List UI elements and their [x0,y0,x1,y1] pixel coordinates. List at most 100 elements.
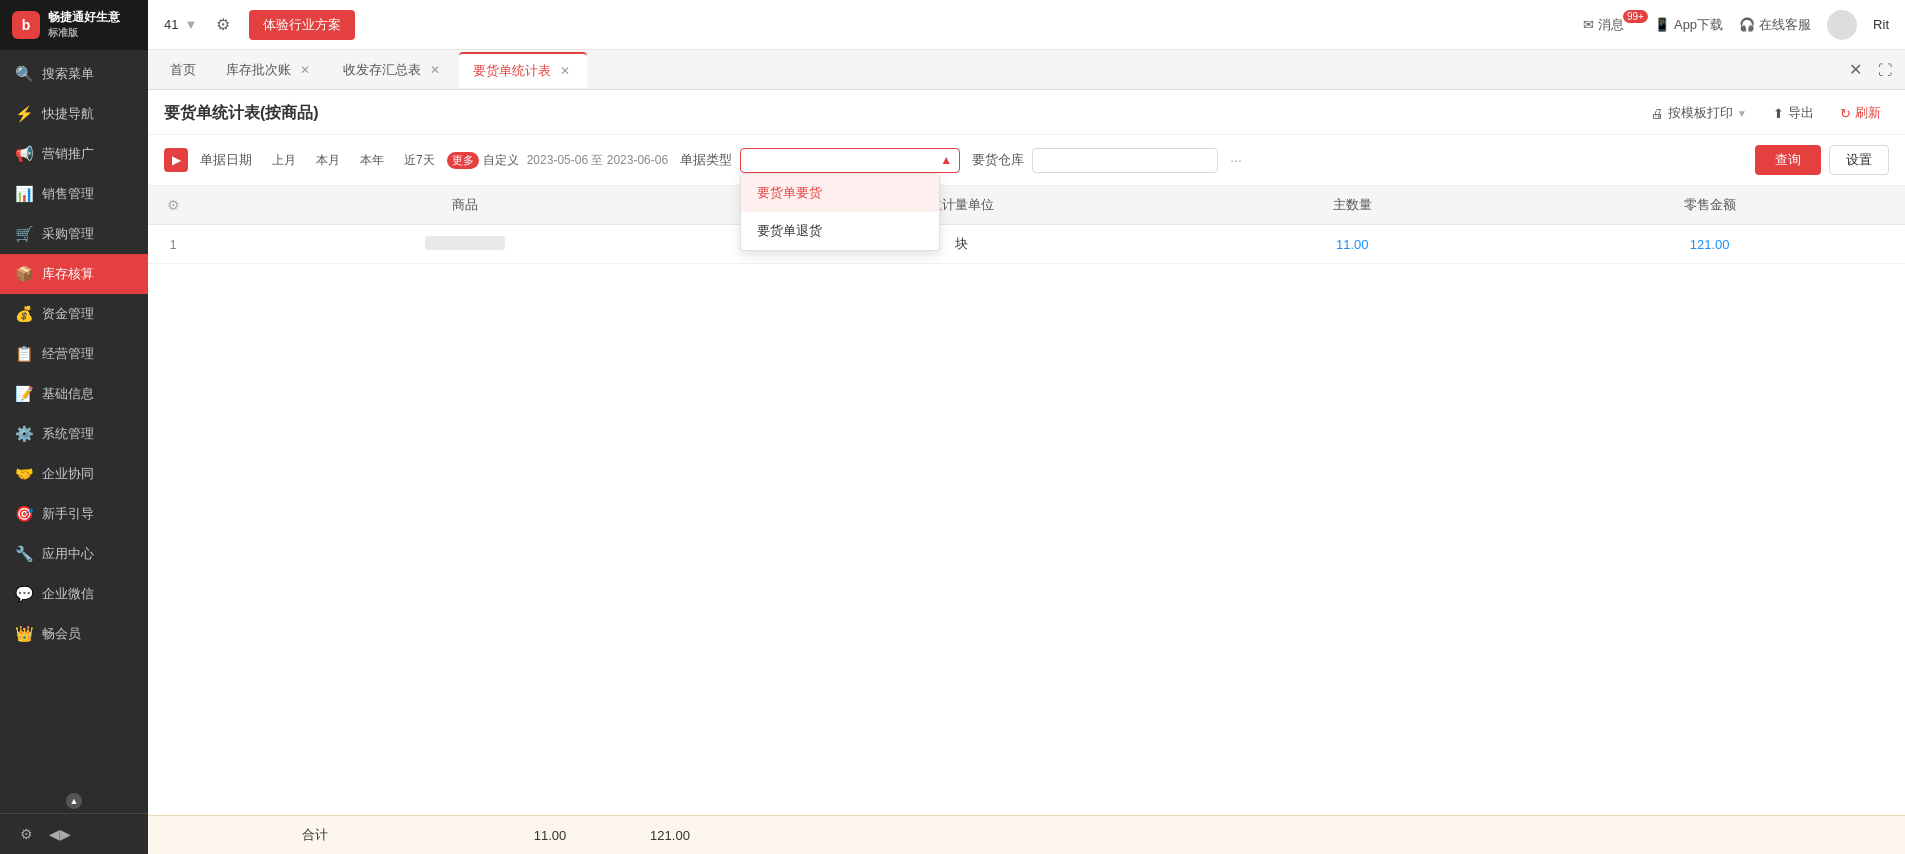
sidebar-label-app-center: 应用中心 [42,545,94,563]
mobile-icon: 📱 [1654,17,1670,32]
messages-badge: 99+ [1623,10,1648,23]
sidebar-item-search[interactable]: 🔍 搜索菜单 [0,54,148,94]
tab-order-stats[interactable]: 要货单统计表 ✕ [459,52,587,88]
tab-bar-close-btn[interactable]: ✕ [1843,58,1867,82]
filter-expand-btn[interactable]: ▶ [164,148,188,172]
messages-btn[interactable]: ✉ 消息 99+ [1583,16,1638,34]
sidebar-item-system[interactable]: ⚙️ 系统管理 [0,414,148,454]
sidebar-item-quick-nav[interactable]: ⚡ 快捷导航 [0,94,148,134]
quantity-link[interactable]: 11.00 [1336,237,1369,252]
export-btn[interactable]: ⬆ 导出 [1765,100,1822,126]
dropdown-item-order-goods[interactable]: 要货单要货 [741,174,939,212]
footer-amount: 121.00 [610,828,730,843]
wechat-icon: 💬 [14,584,34,604]
tab-shipment-summary-close[interactable]: ✕ [427,62,443,78]
query-btn[interactable]: 查询 [1755,145,1821,175]
app-download-btn[interactable]: 📱 App下载 [1654,16,1723,34]
tab-shipment-summary[interactable]: 收发存汇总表 ✕ [329,52,457,88]
store-selector[interactable]: 41 ▼ [164,17,197,32]
sidebar-menu: 🔍 搜索菜单 ⚡ 快捷导航 📢 营销推广 📊 销售管理 🛒 采购管理 📦 库存核… [0,50,148,789]
warehouse-input[interactable] [1032,148,1218,173]
sidebar-scroll-up: ▲ [0,789,148,813]
cell-amount: 121.00 [1514,225,1905,264]
filter-type-group: 单据类型 ▲ 要货单要货 要货单退货 [680,148,960,173]
online-service-label: 在线客服 [1759,16,1811,34]
filter-date-range: 2023-05-06 至 2023-06-06 [527,152,668,169]
store-dropdown-icon: ▼ [184,17,197,32]
sidebar-settings-btn[interactable]: ⚙ [14,822,38,846]
th-quantity: 主数量 [1190,186,1514,225]
filter-custom[interactable]: 自定义 [483,152,519,169]
sidebar-item-sales[interactable]: 📊 销售管理 [0,174,148,214]
sidebar-item-finance[interactable]: 💰 资金管理 [0,294,148,334]
operations-icon: 📋 [14,344,34,364]
page-title: 要货单统计表(按商品) [164,103,319,124]
sales-icon: 📊 [14,184,34,204]
online-service-btn[interactable]: 🎧 在线客服 [1739,16,1811,34]
sidebar-label-basic-info: 基础信息 [42,385,94,403]
app-name: 畅捷通好生意 [48,10,120,26]
table-container: ⚙ 商品 主计量单位 主数量 零售金额 1 块 11.00 121.00 [148,186,1905,264]
username: Rit [1873,17,1889,32]
sidebar-item-basic-info[interactable]: 📝 基础信息 [0,374,148,414]
guide-icon: 🎯 [14,504,34,524]
filter-settings-btn[interactable]: 设置 [1829,145,1889,175]
th-goods: 商品 [198,186,733,225]
sidebar-item-marketing[interactable]: 📢 营销推广 [0,134,148,174]
tab-batch-account[interactable]: 库存批次账 ✕ [212,52,327,88]
filter-more-badge[interactable]: 更多 [447,152,479,169]
industry-btn[interactable]: 体验行业方案 [249,10,355,40]
sidebar-item-operations[interactable]: 📋 经营管理 [0,334,148,374]
member-icon: 👑 [14,624,34,644]
basic-info-icon: 📝 [14,384,34,404]
date-filter-label: 单据日期 [200,151,252,169]
filter-date-group: 上月 本月 本年 近7天 更多 自定义 2023-05-06 至 2023-06… [264,149,668,172]
sidebar-item-enterprise[interactable]: 🤝 企业协同 [0,454,148,494]
sidebar-item-inventory[interactable]: 📦 库存核算 [0,254,148,294]
scroll-up-btn[interactable]: ▲ [66,793,82,809]
filter-this-year[interactable]: 本年 [352,149,392,172]
amount-link[interactable]: 121.00 [1690,237,1730,252]
sidebar-label-operations: 经营管理 [42,345,94,363]
marketing-icon: 📢 [14,144,34,164]
tab-shipment-summary-label: 收发存汇总表 [343,61,421,79]
filter-warehouse-group: 要货仓库 ··· [972,148,1246,173]
export-icon: ⬆ [1773,106,1784,121]
inventory-icon: 📦 [14,264,34,284]
filter-this-month[interactable]: 本月 [308,149,348,172]
finance-icon: 💰 [14,304,34,324]
filter-warehouse-more-btn[interactable]: ··· [1226,152,1246,168]
sidebar-collapse-btn[interactable]: ◀▶ [48,822,72,846]
table-settings-icon[interactable]: ⚙ [167,197,180,213]
tab-batch-account-close[interactable]: ✕ [297,62,313,78]
sidebar-item-purchase[interactable]: 🛒 采购管理 [0,214,148,254]
filter-type-selected-value [749,153,753,168]
tab-bar-end: ✕ ⛶ [1843,58,1897,82]
refresh-btn[interactable]: ↻ 刷新 [1832,100,1889,126]
sidebar: b 畅捷通好生意 标准版 🔍 搜索菜单 ⚡ 快捷导航 📢 营销推广 📊 销售管理… [0,0,148,854]
print-template-label: 按模板打印 [1668,104,1733,122]
page-actions: 🖨 按模板打印 ▼ ⬆ 导出 ↻ 刷新 [1643,100,1889,126]
sidebar-item-wechat[interactable]: 💬 企业微信 [0,574,148,614]
tab-bar-expand-btn[interactable]: ⛶ [1873,58,1897,82]
print-dropdown-icon: ▼ [1737,108,1747,119]
messages-icon: ✉ [1583,17,1594,32]
sidebar-item-member[interactable]: 👑 畅会员 [0,614,148,654]
tab-home[interactable]: 首页 [156,52,210,88]
sidebar-item-app-center[interactable]: 🔧 应用中心 [0,534,148,574]
refresh-icon: ↻ [1840,106,1851,121]
tab-order-stats-close[interactable]: ✕ [557,63,573,79]
purchase-icon: 🛒 [14,224,34,244]
export-label: 导出 [1788,104,1814,122]
sidebar-label-inventory: 库存核算 [42,265,94,283]
print-template-btn[interactable]: 🖨 按模板打印 ▼ [1643,100,1755,126]
dropdown-item-order-return[interactable]: 要货单退货 [741,212,939,250]
sidebar-label-marketing: 营销推广 [42,145,94,163]
sidebar-item-guide[interactable]: 🎯 新手引导 [0,494,148,534]
header-settings-icon[interactable]: ⚙ [209,11,237,39]
tab-bar: 首页 库存批次账 ✕ 收发存汇总表 ✕ 要货单统计表 ✕ ✕ ⛶ [148,50,1905,90]
filter-type-select[interactable] [740,148,960,173]
filter-last-month[interactable]: 上月 [264,149,304,172]
footer-total-label: 合计 [210,826,390,844]
filter-last-7-days[interactable]: 近7天 [396,149,443,172]
